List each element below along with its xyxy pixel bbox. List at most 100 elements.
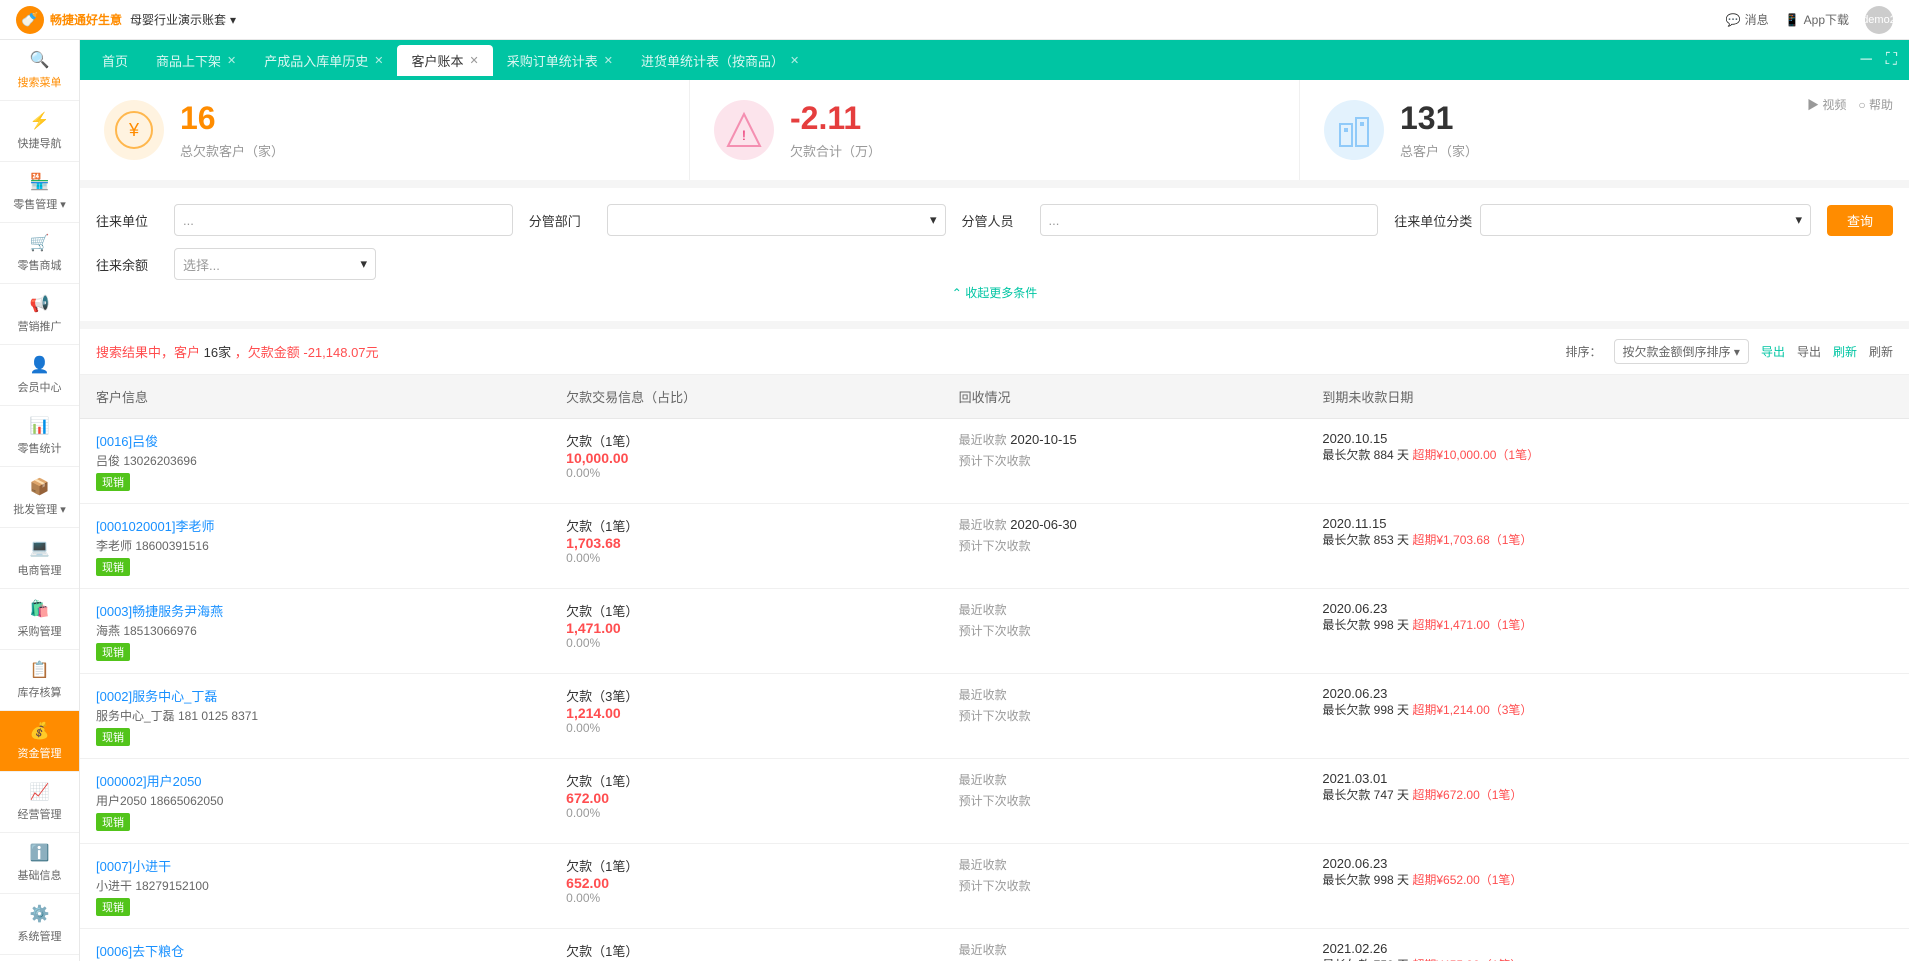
customer-name-5[interactable]: [0007]小进干 xyxy=(96,856,534,875)
sidebar-item-system[interactable]: ⚙️ 系统管理 xyxy=(0,894,79,955)
download-icon: 📱 xyxy=(1785,13,1800,27)
customer-phone-5: 小进干 18279152100 xyxy=(96,877,534,894)
overdue-link-2[interactable]: 超期¥1,471.00（1笔） xyxy=(1412,618,1532,632)
export-button[interactable]: 导出 xyxy=(1761,343,1785,360)
customer-name-1[interactable]: [0001020001]李老师 xyxy=(96,516,534,535)
user-avatar[interactable]: demo2 xyxy=(1865,6,1893,34)
sidebar-label-basic: 基础信息 xyxy=(18,867,62,883)
table-row: [0016]吕俊 吕俊 13026203696 现销 欠款（1笔） 10,000… xyxy=(80,419,1909,504)
table-row: [0001020001]李老师 李老师 18600391516 现销 欠款（1笔… xyxy=(80,504,1909,589)
tab-product-offline[interactable]: 商品上下架 ✕ xyxy=(142,45,250,76)
tab-home[interactable]: 首页 xyxy=(88,45,142,76)
debt-count-6: 欠款（1笔） xyxy=(566,941,926,960)
filter-dept-select[interactable]: ▾ xyxy=(607,204,946,236)
debt-count-5: 欠款（1笔） xyxy=(566,856,926,875)
help-button[interactable]: ○ 帮助 xyxy=(1858,96,1893,113)
overdue-link-0[interactable]: 超期¥10,000.00（1笔） xyxy=(1412,448,1539,462)
debt-amount-5[interactable]: 652.00 xyxy=(566,875,926,891)
debt-amount-3[interactable]: 1,214.00 xyxy=(566,705,926,721)
tab-actions: ─ ⛶ xyxy=(1856,49,1901,71)
due-date-2: 2020.06.23 xyxy=(1322,601,1893,616)
sort-select[interactable]: 按欠款金额倒序排序 ▾ xyxy=(1614,339,1749,364)
sidebar-label-batch: 批发管理 ▾ xyxy=(13,501,66,517)
overdue-link-1[interactable]: 超期¥1,703.68（1笔） xyxy=(1412,533,1532,547)
message-button[interactable]: 💬 消息 xyxy=(1726,11,1769,28)
tab-customer-account[interactable]: 客户账本 ✕ xyxy=(397,45,492,76)
filter-unit-input[interactable]: ... xyxy=(174,204,513,236)
sidebar-item-ecommerce[interactable]: 💻 电商管理 xyxy=(0,528,79,589)
overdue-link-4[interactable]: 超期¥672.00（1笔） xyxy=(1412,788,1522,802)
sidebar-item-basic-info[interactable]: ℹ️ 基础信息 xyxy=(0,833,79,894)
tab-purchase-order-stats[interactable]: 采购订单统计表 ✕ xyxy=(493,45,627,76)
customer-name-0[interactable]: [0016]吕俊 xyxy=(96,431,534,450)
retail-stats-icon: 📊 xyxy=(30,416,50,436)
filter-unit-class-select[interactable]: ▾ xyxy=(1480,204,1811,236)
table-row: [000002]用户2050 用户2050 18665062050 现销 欠款（… xyxy=(80,759,1909,844)
sidebar-item-marketing[interactable]: 📢 营销推广 xyxy=(0,284,79,345)
sort-label: 排序： xyxy=(1566,343,1602,360)
tab-product-history[interactable]: 产成品入库单历史 ✕ xyxy=(250,45,397,76)
member-icon: 👤 xyxy=(30,355,50,375)
stat-card-debt-total: ! -2.11 欠款合计（万） xyxy=(690,80,1300,180)
sidebar-item-quick-nav[interactable]: ⚡ 快捷导航 xyxy=(0,101,79,162)
sidebar-item-purchase[interactable]: 🛍️ 采购管理 xyxy=(0,589,79,650)
svg-text:!: ! xyxy=(742,127,746,143)
sidebar-item-retail-stats[interactable]: 📊 零售统计 xyxy=(0,406,79,467)
customer-name-4[interactable]: [000002]用户2050 xyxy=(96,771,534,790)
refresh-button[interactable]: 刷新 xyxy=(1833,343,1857,360)
sidebar-item-search-menu[interactable]: 🔍 搜索菜单 xyxy=(0,40,79,101)
debt-cell-0: 欠款（1笔） 10,000.00 0.00% xyxy=(550,419,942,504)
app-download-button[interactable]: 📱 App下载 xyxy=(1785,11,1849,28)
svg-text:¥: ¥ xyxy=(128,120,140,140)
tab-purchase-order-close[interactable]: ✕ xyxy=(604,54,613,67)
collapse-filters-button[interactable]: ⌃ 收起更多条件 xyxy=(96,280,1893,305)
debt-amount-4[interactable]: 672.00 xyxy=(566,790,926,806)
overdue-info-5: 最长欠款 998 天 超期¥652.00（1笔） xyxy=(1322,871,1893,888)
app-name: 畅捷通好生意 xyxy=(50,11,122,28)
tab-minimize-button[interactable]: ─ xyxy=(1856,49,1875,71)
table-header-row: 客户信息 欠款交易信息（占比） 回收情况 到期未收款日期 xyxy=(80,375,1909,419)
sidebar-item-batch-mgmt[interactable]: 📦 批发管理 ▾ xyxy=(0,467,79,528)
recovery-cell-0: 最近收款 2020-10-15 预计下次收款 xyxy=(943,419,1307,504)
sidebar-item-enterprise[interactable]: 🤝 企业协同 xyxy=(0,955,79,961)
view-video-button[interactable]: ▶ 视频 xyxy=(1807,96,1846,113)
customer-tag-3: 现销 xyxy=(96,728,130,746)
result-actions: 排序： 按欠款金额倒序排序 ▾ 导出 导出 刷新 刷新 xyxy=(1566,339,1893,364)
industry-selector[interactable]: 母婴行业演示账套 ▾ xyxy=(130,11,236,28)
filter-label-person: 分管人员 xyxy=(962,211,1032,230)
overdue-link-3[interactable]: 超期¥1,214.00（3笔） xyxy=(1412,703,1532,717)
industry-name: 母婴行业演示账套 xyxy=(130,11,226,28)
logo-icon: 🍼 xyxy=(16,6,44,34)
filter-person-input[interactable]: ... xyxy=(1040,204,1379,236)
recovery-cell-6: 最近收款 预计下次收款 xyxy=(943,929,1307,961)
search-button[interactable]: 查询 xyxy=(1827,205,1893,236)
sidebar-item-inventory[interactable]: 📋 库存核算 xyxy=(0,650,79,711)
tab-maximize-button[interactable]: ⛶ xyxy=(1882,49,1901,71)
stat-label-debt-customers: 总欠款客户（家） xyxy=(180,141,665,160)
sidebar-item-finance[interactable]: 💰 资金管理 xyxy=(0,711,79,772)
sidebar-item-biz-mgmt[interactable]: 📈 经营管理 xyxy=(0,772,79,833)
debt-amount-0[interactable]: 10,000.00 xyxy=(566,450,926,466)
tab-product-offline-close[interactable]: ✕ xyxy=(227,54,236,67)
tab-customer-account-close[interactable]: ✕ xyxy=(470,54,479,67)
message-icon: 💬 xyxy=(1726,13,1741,27)
tab-instock-stats[interactable]: 进货单统计表（按商品） ✕ xyxy=(627,45,813,76)
debt-amount-2[interactable]: 1,471.00 xyxy=(566,620,926,636)
biz-mgmt-icon: 📈 xyxy=(30,782,50,802)
customer-name-2[interactable]: [0003]畅捷服务尹海燕 xyxy=(96,601,534,620)
overdue-link-5[interactable]: 超期¥652.00（1笔） xyxy=(1412,873,1522,887)
sidebar-item-retail-mgmt[interactable]: 🏪 零售管理 ▾ xyxy=(0,162,79,223)
filter-balance-select[interactable]: 选择... ▾ xyxy=(174,248,376,280)
customer-name-6[interactable]: [0006]去下粮仓 xyxy=(96,941,534,960)
due-date-5: 2020.06.23 xyxy=(1322,856,1893,871)
filter-label-unit-class: 往来单位分类 xyxy=(1394,211,1472,230)
chevron-down-dept-icon: ▾ xyxy=(930,212,937,228)
sidebar-item-member[interactable]: 👤 会员中心 xyxy=(0,345,79,406)
tab-instock-close[interactable]: ✕ xyxy=(790,54,799,67)
customer-name-3[interactable]: [0002]服务中心_丁磊 xyxy=(96,686,534,705)
sidebar-item-retail-mall[interactable]: 🛒 零售商城 xyxy=(0,223,79,284)
next-label-4: 预计下次收款 xyxy=(959,792,1291,809)
debt-amount-1[interactable]: 1,703.68 xyxy=(566,535,926,551)
chevron-down-sort-icon: ▾ xyxy=(1734,345,1740,359)
tab-product-history-close[interactable]: ✕ xyxy=(374,54,383,67)
